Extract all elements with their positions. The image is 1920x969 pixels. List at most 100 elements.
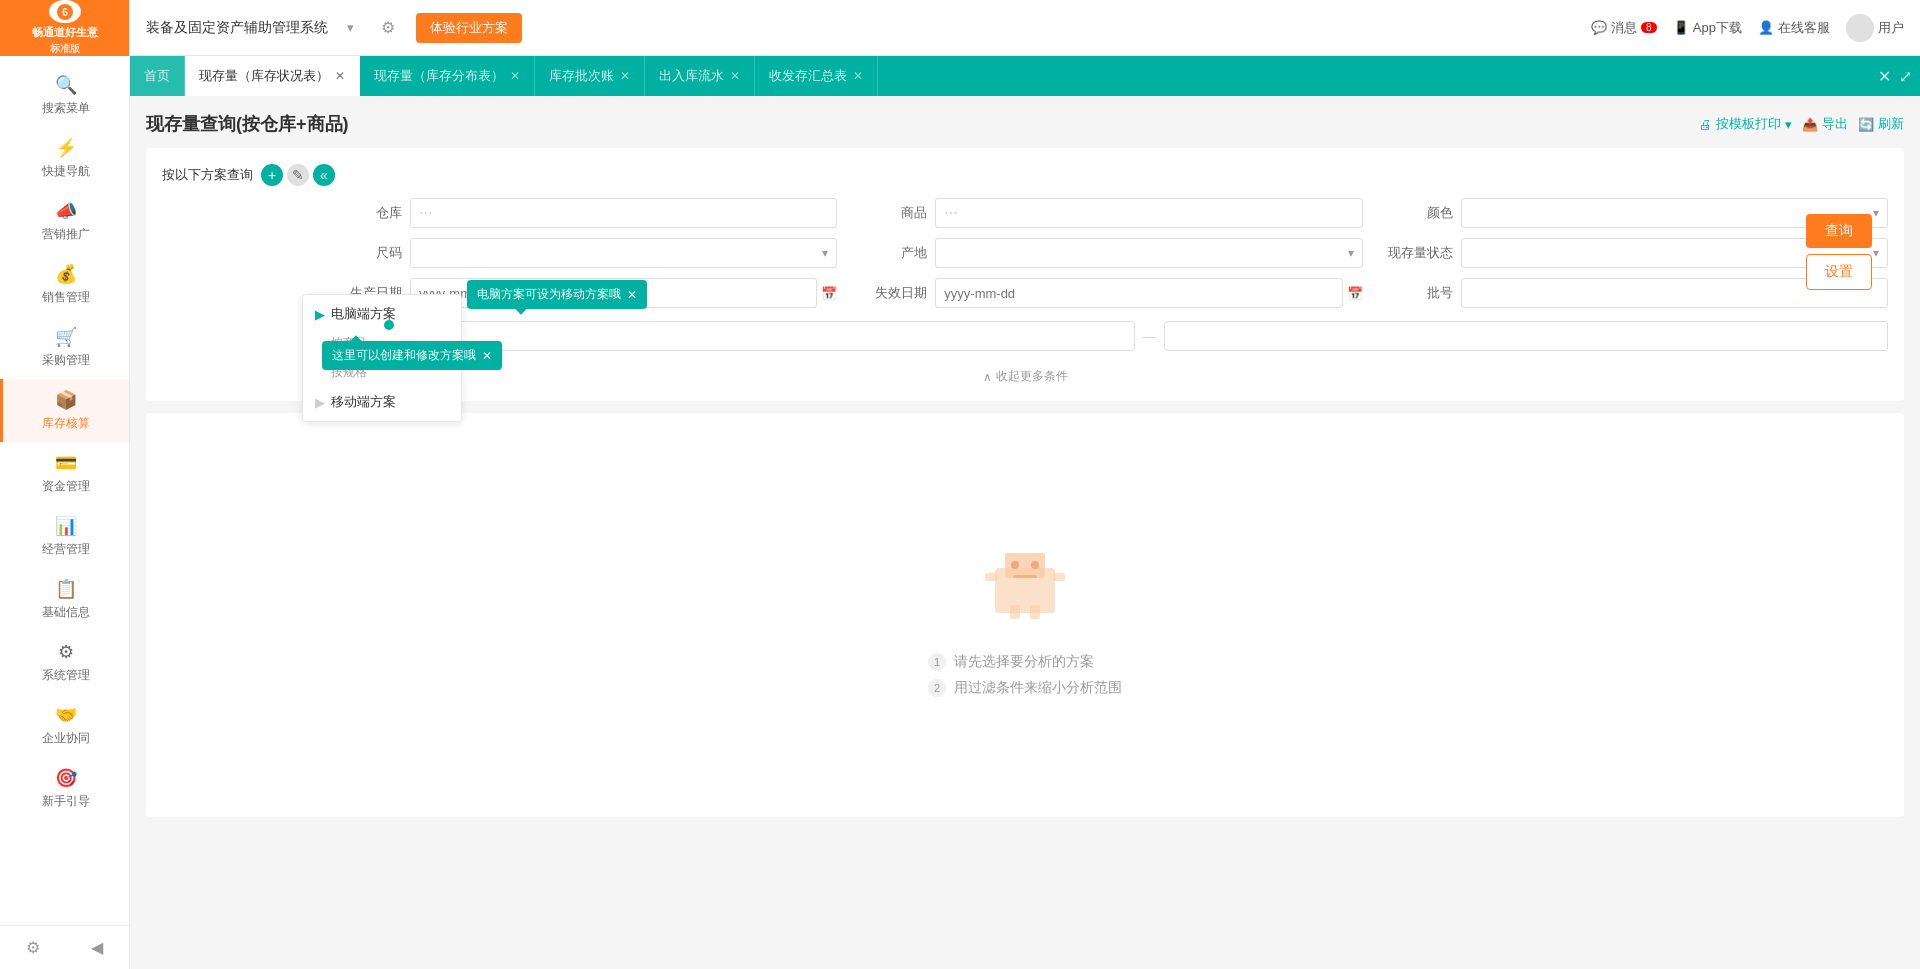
svg-rect-6 <box>1013 575 1037 578</box>
tab-inout-flow[interactable]: 出入库流水 ✕ <box>645 56 755 96</box>
reset-btn[interactable]: 设置 <box>1806 254 1872 290</box>
topbar-user[interactable]: 用户 <box>1846 14 1904 42</box>
tab-inventory-status-label: 现存量（库存状况表） <box>199 67 329 85</box>
query-btn[interactable]: 查询 <box>1806 214 1872 248</box>
filter-label-stock-status: 现存量状态 <box>1383 244 1453 262</box>
sidebar-item-operations[interactable]: 📊 经营管理 <box>0 505 129 568</box>
topbar-system-title: 装备及固定资产辅助管理系统 <box>146 19 328 37</box>
topbar-app-download[interactable]: 📱 App下载 <box>1673 19 1742 37</box>
sidebar-item-marketing[interactable]: 📣 营销推广 <box>0 190 129 253</box>
filter-label-product: 商品 <box>857 204 927 222</box>
sidebar-footer: ⚙ ◀ <box>0 925 129 969</box>
expire-date-icon[interactable]: 📅 <box>1347 286 1363 301</box>
sales-icon: 💰 <box>55 263 77 285</box>
tab-inventory-status[interactable]: 现存量（库存状况表） ✕ <box>185 56 360 96</box>
search-icon: 🔍 <box>55 74 77 96</box>
sidebar-item-nav[interactable]: ⚡ 快捷导航 <box>0 127 129 190</box>
operations-icon: 📊 <box>55 515 77 537</box>
sidebar-label-system: 系统管理 <box>42 667 90 684</box>
empty-tip-num-1: 1 <box>928 653 946 671</box>
tab-inventory-dist[interactable]: 现存量（库存分布表） ✕ <box>360 56 535 96</box>
filter-label-batch-no: 批号 <box>1383 284 1453 302</box>
topbar: 装备及固定资产辅助管理系统 ▾ ⚙ 体验行业方案 💬 消息 8 📱 App下载 … <box>130 0 1920 56</box>
sidebar-item-guide[interactable]: 🎯 新手引导 <box>0 757 129 820</box>
sidebar-item-system[interactable]: ⚙ 系统管理 <box>0 631 129 694</box>
page-actions: 🖨 按模板打印 ▾ 📤 导出 🔄 刷新 <box>1699 115 1904 133</box>
empty-tip-2: 2 用过滤条件来缩小分析范围 <box>928 679 1122 697</box>
tooltip-pc-close[interactable]: ✕ <box>627 288 637 302</box>
tab-inventory-status-close[interactable]: ✕ <box>335 69 345 83</box>
page-content: 现存量查询(按仓库+商品) 🖨 按模板打印 ▾ 📤 导出 🔄 刷新 <box>130 96 1920 969</box>
filter-area-inner: 按以下方案查询 + ✎ « ▶ 电脑端方案 按商品 按规格 <box>162 164 1888 385</box>
sidebar-label-finance: 资金管理 <box>42 478 90 495</box>
tab-expand-btn[interactable]: ⤢ <box>1899 67 1912 86</box>
message-icon: 💬 <box>1591 20 1607 35</box>
stock-qty-max[interactable] <box>1164 321 1889 351</box>
topbar-settings-btn[interactable]: ⚙ <box>372 12 404 44</box>
warehouse-select[interactable]: ··· <box>410 198 837 228</box>
export-icon: 📤 <box>1802 117 1818 132</box>
tab-close-all-btn[interactable]: ✕ <box>1878 67 1891 86</box>
stock-status-arrow: ▾ <box>1873 246 1879 260</box>
color-arrow: ▾ <box>1873 206 1879 220</box>
tab-recv-summary[interactable]: 收发存汇总表 ✕ <box>755 56 878 96</box>
sidebar-item-enterprise[interactable]: 🤝 企业协同 <box>0 694 129 757</box>
topbar-message[interactable]: 💬 消息 8 <box>1591 19 1657 37</box>
filter-warehouse: 仓库 ··· <box>332 198 837 228</box>
tooltip-pc-text: 电脑方案可设为移动方案哦 <box>477 286 621 303</box>
tab-recv-summary-close[interactable]: ✕ <box>853 69 863 83</box>
stock-qty-min[interactable] <box>410 321 1135 351</box>
product-dots[interactable]: ··· <box>944 204 957 222</box>
empty-tips: 1 请先选择要分析的方案 2 用过滤条件来缩小分析范围 <box>928 653 1122 697</box>
topbar-dropdown-btn[interactable]: ▾ <box>340 18 360 38</box>
sidebar-item-search[interactable]: 🔍 搜索菜单 <box>0 64 129 127</box>
produce-date-icon-start[interactable]: 📅 <box>821 286 837 301</box>
topbar-online-service[interactable]: 👤 在线客服 <box>1758 19 1830 37</box>
print-btn[interactable]: 🖨 按模板打印 ▾ <box>1699 115 1792 133</box>
scheme-item-pc[interactable]: ▶ 电脑端方案 <box>303 299 461 329</box>
topbar-right: 💬 消息 8 📱 App下载 👤 在线客服 用户 <box>1591 14 1904 42</box>
expire-date-start[interactable] <box>935 278 1342 308</box>
origin-select[interactable]: ▾ <box>935 238 1362 268</box>
expire-date-group: 📅 <box>935 278 1362 308</box>
tab-inout-flow-close[interactable]: ✕ <box>730 69 740 83</box>
product-select[interactable]: ··· <box>935 198 1362 228</box>
empty-tip-text-1: 请先选择要分析的方案 <box>954 653 1094 671</box>
svg-text:6: 6 <box>62 7 68 18</box>
scheme-item-mobile[interactable]: ▶ 移动端方案 <box>303 387 461 417</box>
tab-home[interactable]: 首页 <box>130 56 185 96</box>
sidebar-item-basic[interactable]: 📋 基础信息 <box>0 568 129 631</box>
inventory-icon: 📦 <box>55 389 77 411</box>
tab-inventory-dist-close[interactable]: ✕ <box>510 69 520 83</box>
sidebar-item-sales[interactable]: 💰 销售管理 <box>0 253 129 316</box>
tab-batch-account[interactable]: 库存批次账 ✕ <box>535 56 645 96</box>
origin-arrow: ▾ <box>1348 246 1354 260</box>
sidebar-label-nav: 快捷导航 <box>42 163 90 180</box>
refresh-btn[interactable]: 🔄 刷新 <box>1858 115 1904 133</box>
sidebar-collapse-btn[interactable]: ◀ <box>91 938 103 957</box>
sidebar-item-finance[interactable]: 💳 资金管理 <box>0 442 129 505</box>
service-icon: 👤 <box>1758 20 1774 35</box>
tooltip-scheme-close[interactable]: ✕ <box>482 349 492 363</box>
collapse-btn[interactable]: ∧ 收起更多条件 <box>983 368 1068 385</box>
phone-icon: 📱 <box>1673 20 1689 35</box>
size-select[interactable]: ▾ <box>410 238 837 268</box>
add-scheme-btn[interactable]: + <box>261 164 283 186</box>
finance-icon: 💳 <box>55 452 77 474</box>
tab-batch-account-close[interactable]: ✕ <box>620 69 630 83</box>
arrow-scheme-btn[interactable]: « <box>313 164 335 186</box>
filter-header: 按以下方案查询 + ✎ « <box>162 164 1888 186</box>
filter-card: 按以下方案查询 + ✎ « ▶ 电脑端方案 按商品 按规格 <box>146 148 1904 401</box>
tab-recv-summary-label: 收发存汇总表 <box>769 67 847 85</box>
sidebar-item-inventory[interactable]: 📦 库存核算 <box>0 379 129 442</box>
sidebar-settings-btn[interactable]: ⚙ <box>26 938 40 957</box>
warehouse-dots[interactable]: ··· <box>419 204 432 222</box>
edit-scheme-btn[interactable]: ✎ <box>287 164 309 186</box>
trial-btn[interactable]: 体验行业方案 <box>416 13 522 43</box>
sidebar-label-marketing: 营销推广 <box>42 226 90 243</box>
svg-rect-3 <box>1005 553 1045 578</box>
export-btn[interactable]: 📤 导出 <box>1802 115 1848 133</box>
purchase-icon: 🛒 <box>55 326 77 348</box>
sidebar-item-purchase[interactable]: 🛒 采购管理 <box>0 316 129 379</box>
print-label: 按模板打印 <box>1716 115 1781 133</box>
